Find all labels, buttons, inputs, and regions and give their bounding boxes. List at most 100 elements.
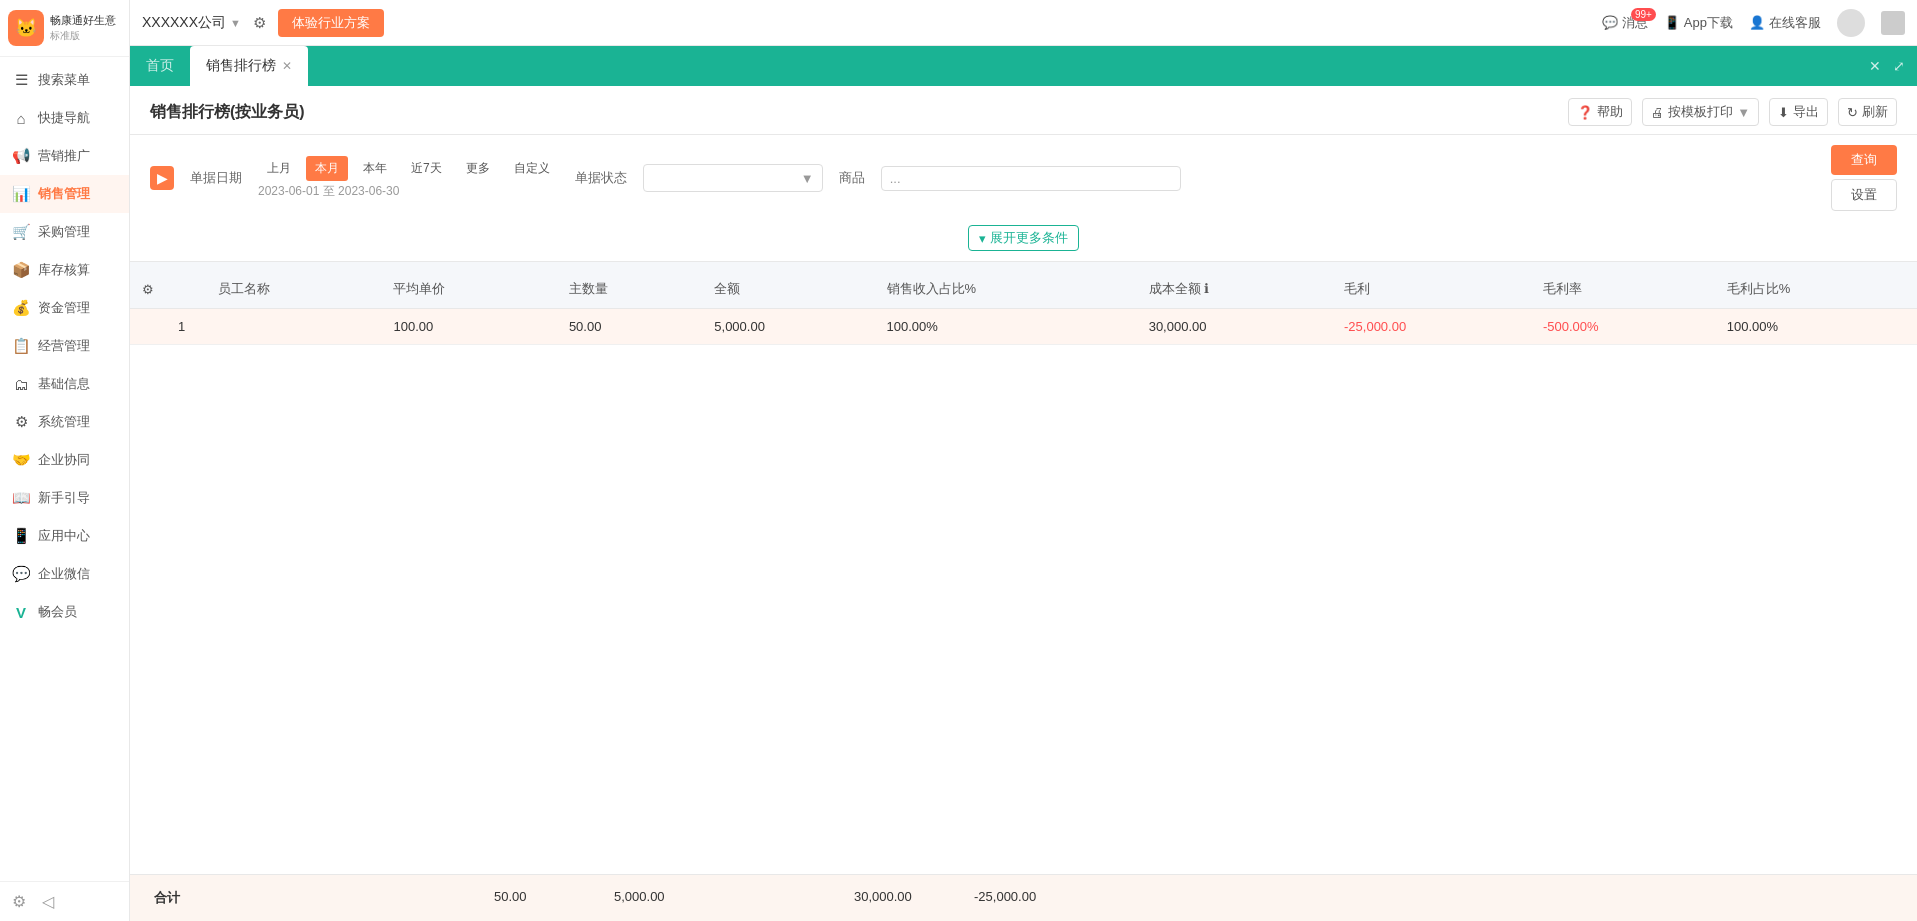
logo-area: 🐱 畅康通好生意 标准版	[0, 0, 129, 57]
sidebar: 🐱 畅康通好生意 标准版 ☰ 搜索菜单 ⌂ 快捷导航 📢 营销推广 📊 销售管理…	[0, 0, 130, 921]
sidebar-item-apps[interactable]: 📱 应用中心	[0, 517, 129, 555]
message-badge: 99+	[1631, 8, 1656, 21]
th-settings[interactable]: ⚙	[130, 270, 166, 309]
sidebar-item-sales[interactable]: 📊 销售管理	[0, 175, 129, 213]
sidebar-item-guide[interactable]: 📖 新手引导	[0, 479, 129, 517]
table-header: ⚙ 员工名称 平均单价 主数量 全额 销售收入占比% 成本全额 ℹ 毛利 毛利率…	[130, 270, 1917, 309]
tab-close-all-icon[interactable]: ✕	[1869, 58, 1881, 74]
cell-rank: 1	[166, 309, 206, 345]
tab-home-label: 首页	[146, 57, 174, 75]
tab-sales-ranking[interactable]: 销售排行榜 ✕	[190, 46, 308, 86]
tab-expand-icon[interactable]: ⤢	[1893, 58, 1905, 74]
date-tab-thisyear[interactable]: 本年	[354, 156, 396, 181]
sidebar-collapse-icon[interactable]: ◁	[42, 892, 54, 911]
th-name: 员工名称	[206, 270, 381, 309]
content: 销售排行榜(按业务员) ❓ 帮助 🖨 按模板打印 ▼ ⬇ 导出 ↻ 刷新	[130, 86, 1917, 921]
home-icon: ⌂	[12, 110, 30, 127]
refresh-icon: ↻	[1847, 105, 1858, 120]
date-tab-7days[interactable]: 近7天	[402, 156, 451, 181]
help-button[interactable]: ❓ 帮助	[1568, 98, 1632, 126]
sidebar-item-basics[interactable]: 🗂 基础信息	[0, 365, 129, 403]
inventory-icon: 📦	[12, 261, 30, 279]
footer-spacer	[722, 885, 842, 911]
cell-name	[206, 309, 381, 345]
search-menu-icon: ☰	[12, 71, 30, 89]
page-title: 销售排行榜(按业务员)	[150, 102, 305, 123]
expand-button[interactable]: ▾ 展开更多条件	[968, 225, 1079, 251]
online-service-button[interactable]: 👤 在线客服	[1749, 14, 1821, 32]
settings-button[interactable]: 设置	[1831, 179, 1897, 211]
marketing-icon: 📢	[12, 147, 30, 165]
logo-icon: 🐱	[8, 10, 44, 46]
cell-settings	[130, 309, 166, 345]
date-tab-thismonth[interactable]: 本月	[306, 156, 348, 181]
cell-sales-pct: 100.00%	[875, 309, 1137, 345]
finance-icon: 💰	[12, 299, 30, 317]
user-avatar[interactable]	[1837, 9, 1865, 37]
date-range: 2023-06-01 至 2023-06-30	[258, 183, 559, 200]
sidebar-item-system[interactable]: ⚙ 系统管理	[0, 403, 129, 441]
refresh-button[interactable]: ↻ 刷新	[1838, 98, 1897, 126]
date-tab-custom[interactable]: 自定义	[505, 156, 559, 181]
print-icon: 🖨	[1651, 105, 1664, 120]
table-body: 1 100.00 50.00 5,000.00 100.00% 30,000.0…	[130, 309, 1917, 345]
sidebar-item-purchase[interactable]: 🛒 采购管理	[0, 213, 129, 251]
th-sales-pct: 销售收入占比%	[875, 270, 1137, 309]
sidebar-item-inventory[interactable]: 📦 库存核算	[0, 251, 129, 289]
goods-input[interactable]: ...	[881, 166, 1181, 191]
tab-close-icon[interactable]: ✕	[282, 59, 292, 73]
filter-arrow-icon[interactable]: ▶	[150, 166, 174, 190]
sidebar-item-wechat[interactable]: 💬 企业微信	[0, 555, 129, 593]
page-header: 销售排行榜(按业务员) ❓ 帮助 🖨 按模板打印 ▼ ⬇ 导出 ↻ 刷新	[130, 86, 1917, 135]
tab-home[interactable]: 首页	[130, 46, 190, 86]
table-row: 1 100.00 50.00 5,000.00 100.00% 30,000.0…	[130, 309, 1917, 345]
topbar: XXXXXX公司 ▼ ⚙ 体验行业方案 💬 消息 99+ 📱 App下载 👤 在…	[130, 0, 1917, 46]
system-icon: ⚙	[12, 413, 30, 431]
print-button[interactable]: 🖨 按模板打印 ▼	[1642, 98, 1759, 126]
export-button[interactable]: ⬇ 导出	[1769, 98, 1828, 126]
sidebar-item-operations[interactable]: 📋 经营管理	[0, 327, 129, 365]
tab-bar: 首页 销售排行榜 ✕ ✕ ⤢	[130, 46, 1917, 86]
main-area: XXXXXX公司 ▼ ⚙ 体验行业方案 💬 消息 99+ 📱 App下载 👤 在…	[130, 0, 1917, 921]
data-table-container: ⚙ 员工名称 平均单价 主数量 全额 销售收入占比% 成本全额 ℹ 毛利 毛利率…	[130, 270, 1917, 874]
topbar-settings-icon[interactable]: ⚙	[253, 14, 266, 32]
apps-icon: 📱	[12, 527, 30, 545]
logo-sub: 标准版	[50, 29, 116, 43]
cell-amount: 5,000.00	[702, 309, 874, 345]
date-label: 单据日期	[190, 169, 242, 187]
sidebar-item-finance[interactable]: 💰 资金管理	[0, 289, 129, 327]
sidebar-item-member[interactable]: V 畅会员	[0, 593, 129, 631]
footer-quantity: 50.00	[482, 885, 602, 911]
th-gross: 毛利	[1332, 270, 1531, 309]
cell-gross-rate: -500.00%	[1531, 309, 1715, 345]
user-avatar2[interactable]	[1881, 11, 1905, 35]
th-rank	[166, 270, 206, 309]
sidebar-item-search[interactable]: ☰ 搜索菜单	[0, 61, 129, 99]
sidebar-settings-icon[interactable]: ⚙	[12, 892, 26, 911]
cell-quantity: 50.00	[557, 309, 702, 345]
cell-cost: 30,000.00	[1137, 309, 1332, 345]
date-tab-lastmonth[interactable]: 上月	[258, 156, 300, 181]
trial-button[interactable]: 体验行业方案	[278, 9, 384, 37]
sidebar-item-quicknav[interactable]: ⌂ 快捷导航	[0, 99, 129, 137]
footer-label: 合计	[142, 885, 482, 911]
sidebar-nav: ☰ 搜索菜单 ⌂ 快捷导航 📢 营销推广 📊 销售管理 🛒 采购管理 📦 库存核…	[0, 57, 129, 881]
message-button[interactable]: 💬 消息 99+	[1602, 14, 1648, 32]
sidebar-item-marketing[interactable]: 📢 营销推广	[0, 137, 129, 175]
status-label: 单据状态	[575, 169, 627, 187]
status-select[interactable]: ▼	[643, 164, 823, 192]
th-gross-pct: 毛利占比%	[1715, 270, 1917, 309]
tab-bar-right: ✕ ⤢	[1857, 58, 1917, 74]
query-button[interactable]: 查询	[1831, 145, 1897, 175]
app-download-icon: 📱	[1664, 15, 1680, 30]
filter-actions: 查询 设置	[1831, 145, 1897, 211]
table-footer: 合计 50.00 5,000.00 30,000.00 -25,000.00	[130, 874, 1917, 921]
page-actions: ❓ 帮助 🖨 按模板打印 ▼ ⬇ 导出 ↻ 刷新	[1568, 98, 1897, 126]
company-selector[interactable]: XXXXXX公司 ▼	[142, 14, 241, 32]
status-value	[652, 169, 665, 187]
online-service-icon: 👤	[1749, 15, 1765, 30]
date-tab-more[interactable]: 更多	[457, 156, 499, 181]
print-dropdown-arrow: ▼	[1737, 105, 1750, 120]
app-download-button[interactable]: 📱 App下载	[1664, 14, 1733, 32]
sidebar-item-collab[interactable]: 🤝 企业协同	[0, 441, 129, 479]
